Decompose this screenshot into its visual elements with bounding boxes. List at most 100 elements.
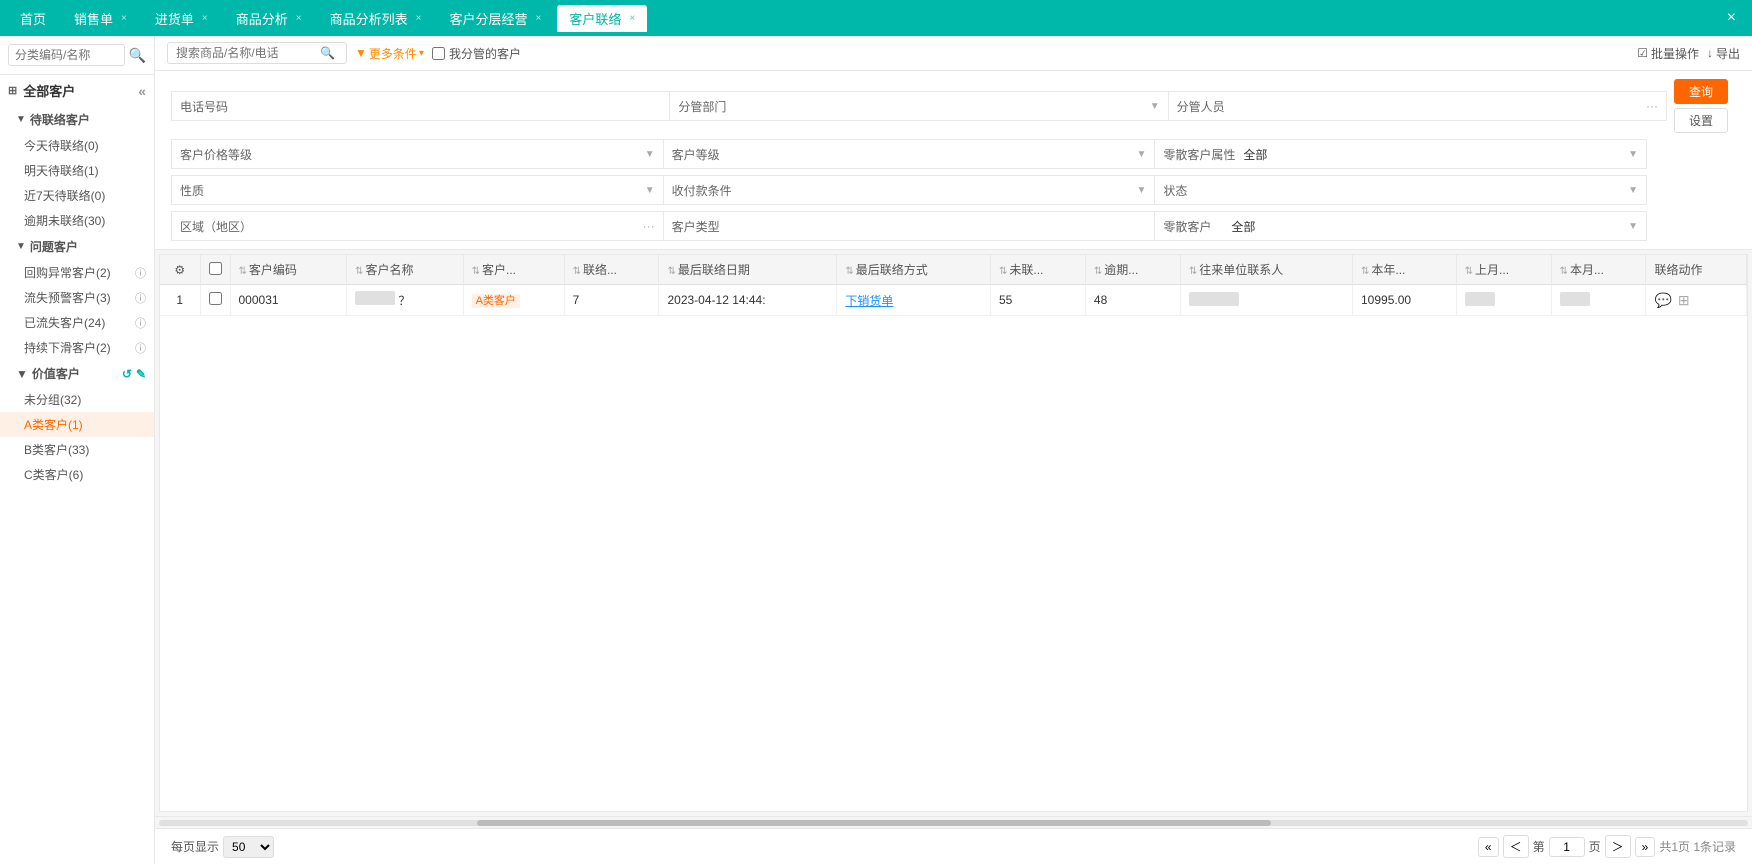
main-search-input[interactable] bbox=[176, 46, 316, 60]
close-product-analysis-tab[interactable]: × bbox=[296, 13, 302, 24]
row-last-contact-date: 2023-04-12 14:44: bbox=[659, 285, 837, 316]
help-icon-2[interactable]: ⓘ bbox=[135, 290, 146, 306]
page-number-input[interactable] bbox=[1549, 837, 1585, 857]
refresh-icon[interactable]: ↺ bbox=[122, 367, 132, 381]
phone-input[interactable] bbox=[248, 99, 661, 113]
dept-dropdown-arrow[interactable]: ▼ bbox=[1150, 101, 1160, 112]
prev-page-btn[interactable]: ＜ bbox=[1503, 835, 1529, 858]
tab-customer-contact[interactable]: 客户联络 × bbox=[557, 5, 647, 32]
tab-purchase[interactable]: 进货单 × bbox=[143, 5, 220, 32]
sort-icon-uncontacted[interactable]: ⇅ bbox=[999, 266, 1007, 277]
main-search-icon[interactable]: 🔍 bbox=[320, 46, 335, 60]
retail-attr-arrow[interactable]: ▼ bbox=[1628, 149, 1638, 160]
sort-icon-overdue[interactable]: ⇅ bbox=[1094, 266, 1102, 277]
sort-icon-company[interactable]: ⇅ bbox=[1189, 266, 1197, 277]
qr-action-icon[interactable]: ⊞ bbox=[1678, 292, 1690, 309]
sort-icon-name[interactable]: ⇅ bbox=[355, 266, 363, 277]
sidebar-search-input[interactable] bbox=[8, 44, 125, 66]
nature-arrow[interactable]: ▼ bbox=[645, 185, 655, 196]
close-customer-tier-tab[interactable]: × bbox=[535, 13, 541, 24]
sidebar-item-declining[interactable]: 持续下滑客户(2) ⓘ bbox=[0, 335, 154, 360]
batch-ops-btn[interactable]: ☑ 批量操作 bbox=[1637, 45, 1699, 62]
close-customer-contact-tab[interactable]: × bbox=[629, 13, 635, 24]
first-page-btn[interactable]: « bbox=[1478, 837, 1499, 857]
customer-type-input[interactable] bbox=[740, 219, 1147, 233]
tab-product-analysis-list[interactable]: 商品分析列表 × bbox=[318, 5, 434, 32]
sidebar-item-c-class[interactable]: C类客户(6) bbox=[0, 462, 154, 487]
close-all-button[interactable]: × bbox=[1719, 5, 1744, 31]
scroll-thumb bbox=[477, 820, 1272, 826]
sidebar-item-b-class[interactable]: B类客户(33) bbox=[0, 437, 154, 462]
sort-icon-code[interactable]: ⇅ bbox=[239, 266, 247, 277]
masked-last-month bbox=[1465, 292, 1495, 306]
col-header-last-month: ⇅上月... bbox=[1456, 255, 1551, 285]
table-header-row: ⚙ ⇅客户编码 ⇅客户名称 ⇅客户... bbox=[160, 255, 1747, 285]
close-product-analysis-list-tab[interactable]: × bbox=[416, 13, 422, 24]
more-filter-btn[interactable]: ▼ 更多条件 ▾ bbox=[355, 45, 424, 62]
sidebar-item-a-class[interactable]: A类客户(1) bbox=[0, 412, 154, 437]
select-all-checkbox[interactable] bbox=[209, 262, 222, 275]
sort-icon-this-month[interactable]: ⇅ bbox=[1560, 266, 1568, 277]
tab-product-analysis[interactable]: 商品分析 × bbox=[224, 5, 314, 32]
person-value: ··· bbox=[1245, 99, 1658, 113]
pending-contact-header[interactable]: ▼ 待联络客户 bbox=[0, 106, 154, 133]
collapse-sidebar-btn[interactable]: « bbox=[138, 83, 146, 99]
message-action-icon[interactable]: 💬 bbox=[1654, 292, 1671, 309]
person-more-btn[interactable]: ··· bbox=[1646, 99, 1658, 113]
sort-icon-method[interactable]: ⇅ bbox=[845, 266, 853, 277]
sort-icon-year[interactable]: ⇅ bbox=[1361, 266, 1369, 277]
problem-customers-header[interactable]: ▼ 问题客户 bbox=[0, 233, 154, 260]
setting-button[interactable]: 设置 bbox=[1674, 108, 1728, 133]
row-company-contact bbox=[1180, 285, 1352, 316]
sidebar-search-icon[interactable]: 🔍 bbox=[129, 47, 146, 64]
person-label: 分管人员 bbox=[1177, 98, 1237, 115]
my-customer-checkbox[interactable] bbox=[432, 47, 445, 60]
row-checkbox[interactable] bbox=[209, 292, 222, 305]
customer-level-arrow[interactable]: ▼ bbox=[1136, 149, 1146, 160]
help-icon-3[interactable]: ⓘ bbox=[135, 315, 146, 331]
home-tab[interactable]: 首页 bbox=[8, 5, 58, 32]
horizontal-scrollbar[interactable] bbox=[155, 816, 1752, 828]
sidebar-item-churned[interactable]: 已流失客户(24) ⓘ bbox=[0, 310, 154, 335]
sidebar-item-abnormal[interactable]: 回购异常客户(2) ⓘ bbox=[0, 260, 154, 285]
filter-status: 状态 ▼ bbox=[1154, 175, 1647, 205]
price-level-arrow[interactable]: ▼ bbox=[645, 149, 655, 160]
close-purchase-tab[interactable]: × bbox=[202, 13, 208, 24]
last-page-btn[interactable]: » bbox=[1635, 837, 1656, 857]
filter-retail-attr: 零散客户属性 全部 ▼ bbox=[1154, 139, 1647, 169]
search-input-wrap: 🔍 bbox=[167, 42, 347, 64]
my-customer-checkbox-label[interactable]: 我分管的客户 bbox=[432, 45, 521, 62]
sidebar-item-today[interactable]: 今天待联络(0) bbox=[0, 133, 154, 158]
sort-icon-level[interactable]: ⇅ bbox=[472, 266, 480, 277]
retail-customer-arrow[interactable]: ▼ bbox=[1628, 221, 1638, 232]
help-icon-1[interactable]: ⓘ bbox=[135, 265, 146, 281]
last-contact-method-link[interactable]: 下销货单 bbox=[845, 294, 893, 308]
payment-label: 收付款条件 bbox=[672, 182, 732, 199]
customer-level-tag: A类客户 bbox=[472, 294, 520, 308]
export-btn[interactable]: ↓ 导出 bbox=[1707, 45, 1740, 62]
sidebar-item-churn-warning[interactable]: 流失预警客户(3) ⓘ bbox=[0, 285, 154, 310]
sidebar-item-ungrouped[interactable]: 未分组(32) bbox=[0, 387, 154, 412]
tab-sales[interactable]: 销售单 × bbox=[62, 5, 139, 32]
sidebar-item-tomorrow[interactable]: 明天待联络(1) bbox=[0, 158, 154, 183]
close-sales-tab[interactable]: × bbox=[121, 13, 127, 24]
value-customers-header[interactable]: ▼ 价值客户 ↺ ✎ bbox=[0, 360, 154, 387]
settings-icon[interactable]: ⚙ bbox=[174, 263, 185, 277]
sort-icon-contact[interactable]: ⇅ bbox=[573, 266, 581, 277]
edit-icon[interactable]: ✎ bbox=[136, 367, 146, 381]
tab-customer-tier[interactable]: 客户分层经营 × bbox=[437, 5, 553, 32]
col-header-this-year: ⇅本年... bbox=[1353, 255, 1457, 285]
region-more-btn[interactable]: ··· bbox=[643, 219, 655, 233]
filter-payment: 收付款条件 ▼ bbox=[663, 175, 1156, 205]
sort-icon-last-month[interactable]: ⇅ bbox=[1465, 266, 1473, 277]
sidebar-item-7days[interactable]: 近7天待联络(0) bbox=[0, 183, 154, 208]
status-arrow[interactable]: ▼ bbox=[1628, 185, 1638, 196]
sort-icon-date[interactable]: ⇅ bbox=[667, 266, 675, 277]
help-icon-4[interactable]: ⓘ bbox=[135, 340, 146, 356]
next-page-btn[interactable]: ＞ bbox=[1605, 835, 1631, 858]
payment-arrow[interactable]: ▼ bbox=[1136, 185, 1146, 196]
all-customers-header[interactable]: ⊞ 全部客户 « bbox=[0, 75, 154, 106]
per-page-select[interactable]: 50 20 100 bbox=[223, 836, 274, 858]
sidebar-item-overdue[interactable]: 逾期未联络(30) bbox=[0, 208, 154, 233]
query-button[interactable]: 查询 bbox=[1674, 79, 1728, 104]
